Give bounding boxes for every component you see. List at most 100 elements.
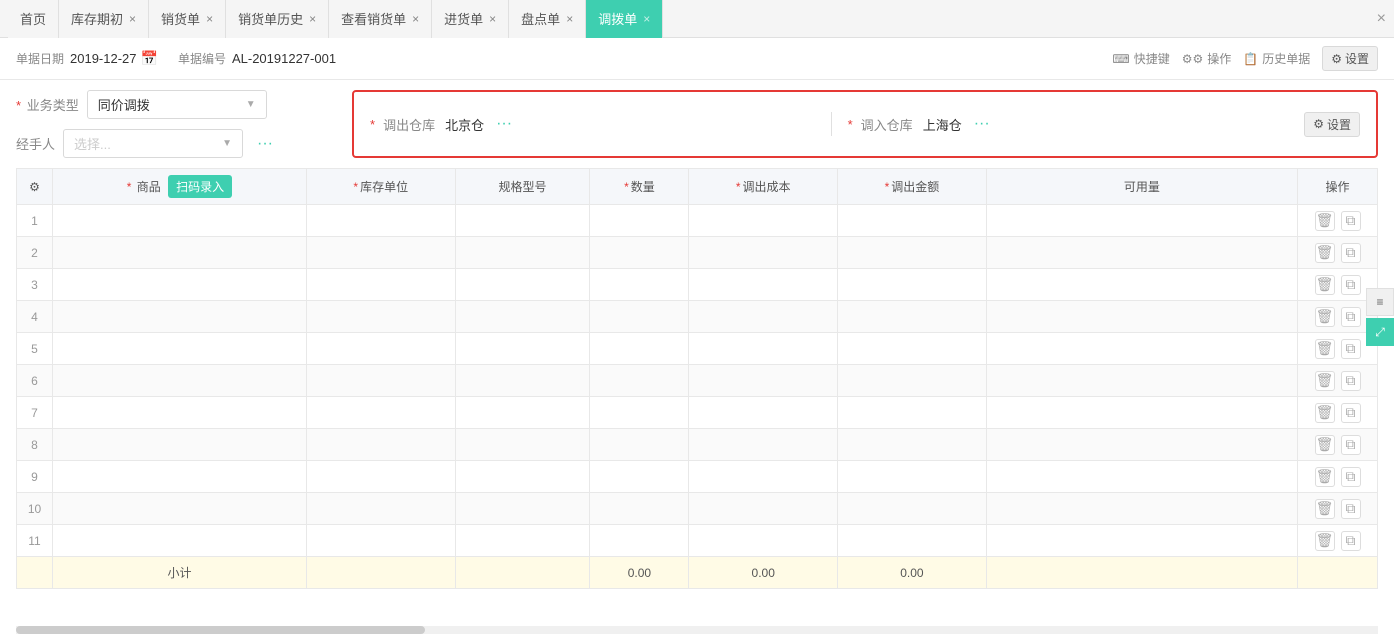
row-5-qty[interactable] <box>590 333 689 365</box>
row-4-copy-button[interactable]: ⧉ <box>1341 307 1361 327</box>
row-11-spec[interactable] <box>455 525 590 557</box>
side-list-button[interactable]: ≡ <box>1366 288 1394 316</box>
row-7-unit[interactable] <box>306 397 455 429</box>
handler-more-button[interactable]: ··· <box>257 135 273 153</box>
row-8-product[interactable] <box>53 429 307 461</box>
tab-sales-order-close[interactable]: × <box>206 12 213 26</box>
row-11-delete-button[interactable]: 🗑 <box>1315 531 1335 551</box>
tab-purchase-order[interactable]: 进货单 × <box>432 0 509 38</box>
row-1-amount[interactable] <box>838 205 987 237</box>
row-5-cost[interactable] <box>689 333 838 365</box>
tab-view-sales-close[interactable]: × <box>412 12 419 26</box>
row-10-amount[interactable] <box>838 493 987 525</box>
warehouse-settings-button[interactable]: ⚙ 设置 <box>1304 112 1360 137</box>
tab-home[interactable]: 首页 <box>8 0 59 38</box>
window-close-button[interactable]: × <box>1377 10 1386 28</box>
business-type-dropdown[interactable]: 同价调拨 ▼ <box>87 90 267 119</box>
row-2-amount[interactable] <box>838 237 987 269</box>
tab-transfer-order[interactable]: 调拨单 × <box>586 0 663 38</box>
row-5-delete-button[interactable]: 🗑 <box>1315 339 1335 359</box>
tab-sales-history[interactable]: 销货单历史 × <box>226 0 329 38</box>
row-5-spec[interactable] <box>455 333 590 365</box>
from-warehouse-more-button[interactable]: ··· <box>496 115 512 133</box>
row-7-qty[interactable] <box>590 397 689 429</box>
row-1-product[interactable] <box>53 205 307 237</box>
settings-button[interactable]: ⚙ 设置 <box>1322 46 1378 71</box>
row-4-unit[interactable] <box>306 301 455 333</box>
row-1-copy-button[interactable]: ⧉ <box>1341 211 1361 231</box>
row-7-cost[interactable] <box>689 397 838 429</box>
row-7-copy-button[interactable]: ⧉ <box>1341 403 1361 423</box>
row-11-cost[interactable] <box>689 525 838 557</box>
row-2-delete-button[interactable]: 🗑 <box>1315 243 1335 263</box>
history-button[interactable]: 📋 历史单据 <box>1243 50 1310 67</box>
row-7-spec[interactable] <box>455 397 590 429</box>
row-6-amount[interactable] <box>838 365 987 397</box>
row-8-cost[interactable] <box>689 429 838 461</box>
scan-entry-button[interactable]: 扫码录入 <box>168 175 232 198</box>
row-1-cost[interactable] <box>689 205 838 237</box>
row-1-unit[interactable] <box>306 205 455 237</box>
row-2-spec[interactable] <box>455 237 590 269</box>
row-4-cost[interactable] <box>689 301 838 333</box>
tab-view-sales[interactable]: 查看销货单 × <box>329 0 432 38</box>
row-2-unit[interactable] <box>306 237 455 269</box>
row-10-unit[interactable] <box>306 493 455 525</box>
row-11-qty[interactable] <box>590 525 689 557</box>
side-expand-button[interactable]: ⤢ <box>1366 318 1394 346</box>
to-warehouse-value[interactable]: 上海仓 <box>923 115 962 134</box>
row-5-amount[interactable] <box>838 333 987 365</box>
row-11-copy-button[interactable]: ⧉ <box>1341 531 1361 551</box>
row-10-qty[interactable] <box>590 493 689 525</box>
row-5-unit[interactable] <box>306 333 455 365</box>
row-3-qty[interactable] <box>590 269 689 301</box>
row-11-unit[interactable] <box>306 525 455 557</box>
row-11-amount[interactable] <box>838 525 987 557</box>
row-2-product[interactable] <box>53 237 307 269</box>
row-6-qty[interactable] <box>590 365 689 397</box>
row-3-spec[interactable] <box>455 269 590 301</box>
scrollbar-thumb[interactable] <box>16 626 425 634</box>
row-9-amount[interactable] <box>838 461 987 493</box>
row-3-delete-button[interactable]: 🗑 <box>1315 275 1335 295</box>
row-8-spec[interactable] <box>455 429 590 461</box>
operations-button[interactable]: ⚙⚙ 操作 <box>1182 50 1232 67</box>
row-4-qty[interactable] <box>590 301 689 333</box>
row-8-copy-button[interactable]: ⧉ <box>1341 435 1361 455</box>
row-9-spec[interactable] <box>455 461 590 493</box>
row-6-spec[interactable] <box>455 365 590 397</box>
row-7-delete-button[interactable]: 🗑 <box>1315 403 1335 423</box>
row-3-unit[interactable] <box>306 269 455 301</box>
tab-inventory-init-close[interactable]: × <box>129 12 136 26</box>
row-9-unit[interactable] <box>306 461 455 493</box>
row-4-spec[interactable] <box>455 301 590 333</box>
tab-sales-order[interactable]: 销货单 × <box>149 0 226 38</box>
col-settings[interactable]: ⚙ <box>17 169 53 205</box>
row-10-product[interactable] <box>53 493 307 525</box>
row-2-copy-button[interactable]: ⧉ <box>1341 243 1361 263</box>
row-8-qty[interactable] <box>590 429 689 461</box>
row-9-product[interactable] <box>53 461 307 493</box>
row-4-product[interactable] <box>53 301 307 333</box>
row-6-delete-button[interactable]: 🗑 <box>1315 371 1335 391</box>
tab-inventory-count-close[interactable]: × <box>566 12 573 26</box>
row-5-copy-button[interactable]: ⧉ <box>1341 339 1361 359</box>
row-10-copy-button[interactable]: ⧉ <box>1341 499 1361 519</box>
row-3-amount[interactable] <box>838 269 987 301</box>
row-10-delete-button[interactable]: 🗑 <box>1315 499 1335 519</box>
row-3-cost[interactable] <box>689 269 838 301</box>
to-warehouse-more-button[interactable]: ··· <box>974 115 990 133</box>
row-2-qty[interactable] <box>590 237 689 269</box>
row-10-cost[interactable] <box>689 493 838 525</box>
tab-purchase-order-close[interactable]: × <box>489 12 496 26</box>
tab-sales-history-close[interactable]: × <box>309 12 316 26</box>
row-3-product[interactable] <box>53 269 307 301</box>
tab-inventory-init[interactable]: 库存期初 × <box>59 0 149 38</box>
row-5-product[interactable] <box>53 333 307 365</box>
from-warehouse-value[interactable]: 北京仓 <box>445 115 484 134</box>
shortcuts-button[interactable]: ⌨ 快捷键 <box>1112 50 1169 67</box>
row-1-delete-button[interactable]: 🗑 <box>1315 211 1335 231</box>
tab-inventory-count[interactable]: 盘点单 × <box>509 0 586 38</box>
row-10-spec[interactable] <box>455 493 590 525</box>
row-9-cost[interactable] <box>689 461 838 493</box>
